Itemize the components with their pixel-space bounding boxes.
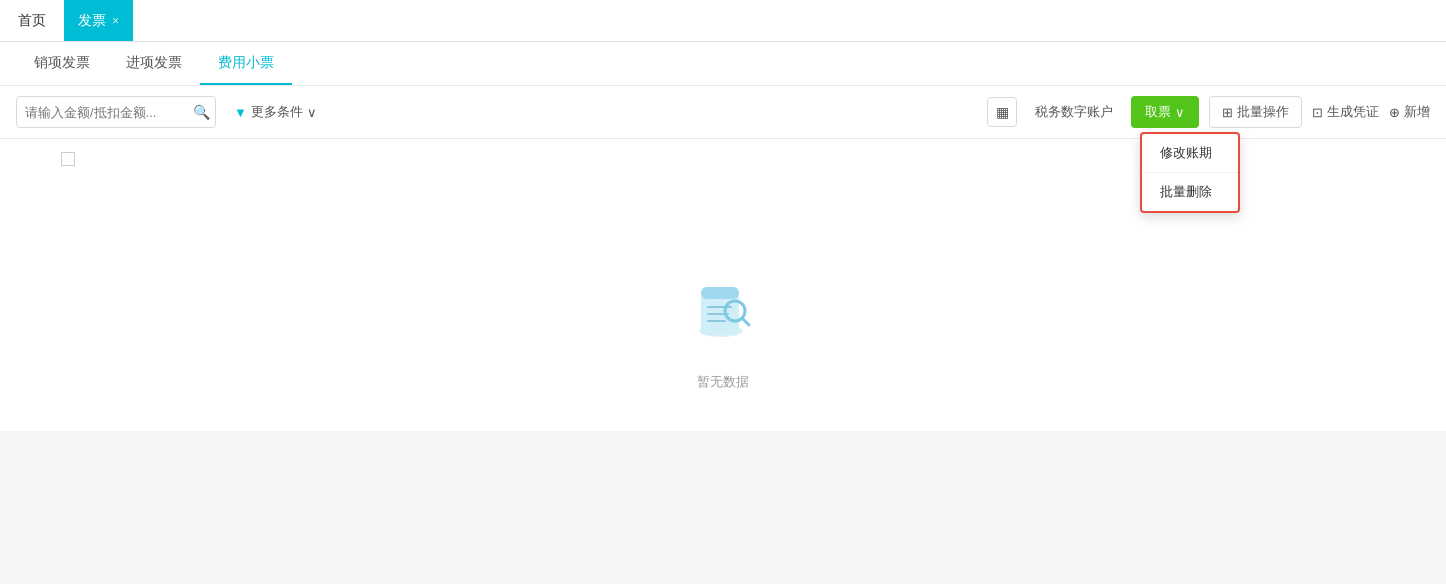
sub-nav: 销项发票 进项发票 费用小票 [0,42,1446,86]
sort-icon[interactable]: ⇅ [504,154,512,165]
modify-period-item[interactable]: 修改账期 [1142,134,1238,172]
empty-state-icon [673,259,773,359]
gen-voucher-button[interactable]: ⊡ 生成凭证 [1312,103,1379,121]
search-icon[interactable]: 🔍 [193,104,210,120]
voucher-icon: ⊡ [116,152,127,167]
filter-chevron: ∨ [307,105,317,120]
voucher-sort-icon[interactable]: ⇅ [131,154,139,165]
gen-voucher-label: 生成凭证 [1327,103,1379,121]
th-voucher[interactable]: 凭证 ⊡ ⇅ [86,150,279,168]
qr-icon: ▦ [996,104,1009,120]
take-invoice-button[interactable]: 取票 ∨ [1131,96,1199,128]
invoice-tab-label: 发票 [78,12,106,30]
filter-button[interactable]: ▼ 更多条件 ∨ [226,96,325,128]
sort-icon[interactable]: ⇅ [1018,154,1026,165]
th-amount[interactable]: ⇅ 金额 ⇅ [825,150,1018,168]
gen-voucher-icon: ⊡ [1312,105,1323,120]
empty-text: 暂无数据 [697,373,749,391]
filter-label: 更多条件 [251,103,303,121]
filter-icon: ▼ [234,105,247,120]
expense-type-sort-icon[interactable]: ⇅ [347,154,355,165]
sub-nav-sales-invoice[interactable]: 销项发票 [16,42,108,85]
top-nav-bar: 首页 发票 × [0,0,1446,42]
invoice-tab[interactable]: 发票 × [64,0,133,41]
th-expense-type[interactable]: ⇅ 费用类型 ⇅ [279,150,504,168]
qr-button[interactable]: ▦ [987,97,1017,127]
batch-op-icon: ⊞ [1222,105,1233,120]
sort-icon[interactable]: ⇅ [825,154,833,165]
settings-icon[interactable]: ⚙ [24,152,36,167]
count-sort-icon[interactable]: ⇅ [546,154,554,165]
header-checkbox[interactable] [61,152,75,166]
close-tab-icon[interactable]: × [112,14,119,28]
sub-nav-expense-receipt[interactable]: 费用小票 [200,42,292,85]
th-date[interactable]: ⇅ 单据日期 ⇅ [632,150,825,168]
deduct-amount-sort-icon[interactable]: ⇅ [1279,154,1287,165]
svg-rect-2 [701,287,739,299]
date-sort-icon[interactable]: ⇅ [700,154,708,165]
th-checkbox[interactable] [50,152,86,166]
sub-nav-purchase-invoice[interactable]: 进项发票 [108,42,200,85]
new-label: 新增 [1404,103,1430,121]
svg-line-7 [742,318,749,325]
take-invoice-chevron: ∨ [1175,105,1185,120]
batch-operation-button[interactable]: ⊞ 批量操作 [1209,96,1302,128]
toolbar-right: ▦ 税务数字账户 取票 ∨ ⊞ 批量操作 ⊡ 生成凭证 ⊕ 新增 修改账期 批量… [987,96,1430,128]
th-settings[interactable]: ⚙ [10,152,50,167]
toolbar: 🔍 ▼ 更多条件 ∨ ▦ 税务数字账户 取票 ∨ ⊞ 批量操作 ⊡ 生成凭证 ⊕… [0,86,1446,139]
batch-op-label: 批量操作 [1237,103,1289,121]
new-icon: ⊕ [1389,105,1400,120]
home-tab[interactable]: 首页 [0,0,64,41]
new-button[interactable]: ⊕ 新增 [1389,103,1430,121]
take-invoice-label: 取票 [1145,103,1171,121]
sort-icon[interactable]: ⇅ [632,154,640,165]
batch-delete-item[interactable]: 批量删除 [1142,173,1238,211]
search-input[interactable] [25,105,193,120]
home-label: 首页 [18,12,46,30]
batch-dropdown-menu: 修改账期 批量删除 [1140,132,1240,213]
empty-state: 暂无数据 [0,179,1446,431]
sort-icon[interactable]: ⇅ [279,154,287,165]
search-box[interactable]: 🔍 [16,96,216,128]
amount-sort-icon[interactable]: ⇅ [867,154,875,165]
th-count[interactable]: ⇅ 张数 ⇅ [504,150,633,168]
tax-account-button[interactable]: 税务数字账户 [1027,103,1121,121]
deduct-rate-sort-icon[interactable]: ⇅ [1073,154,1081,165]
th-deduct-amount[interactable]: ⇅ 抵扣金额 ⇅ [1211,150,1436,168]
